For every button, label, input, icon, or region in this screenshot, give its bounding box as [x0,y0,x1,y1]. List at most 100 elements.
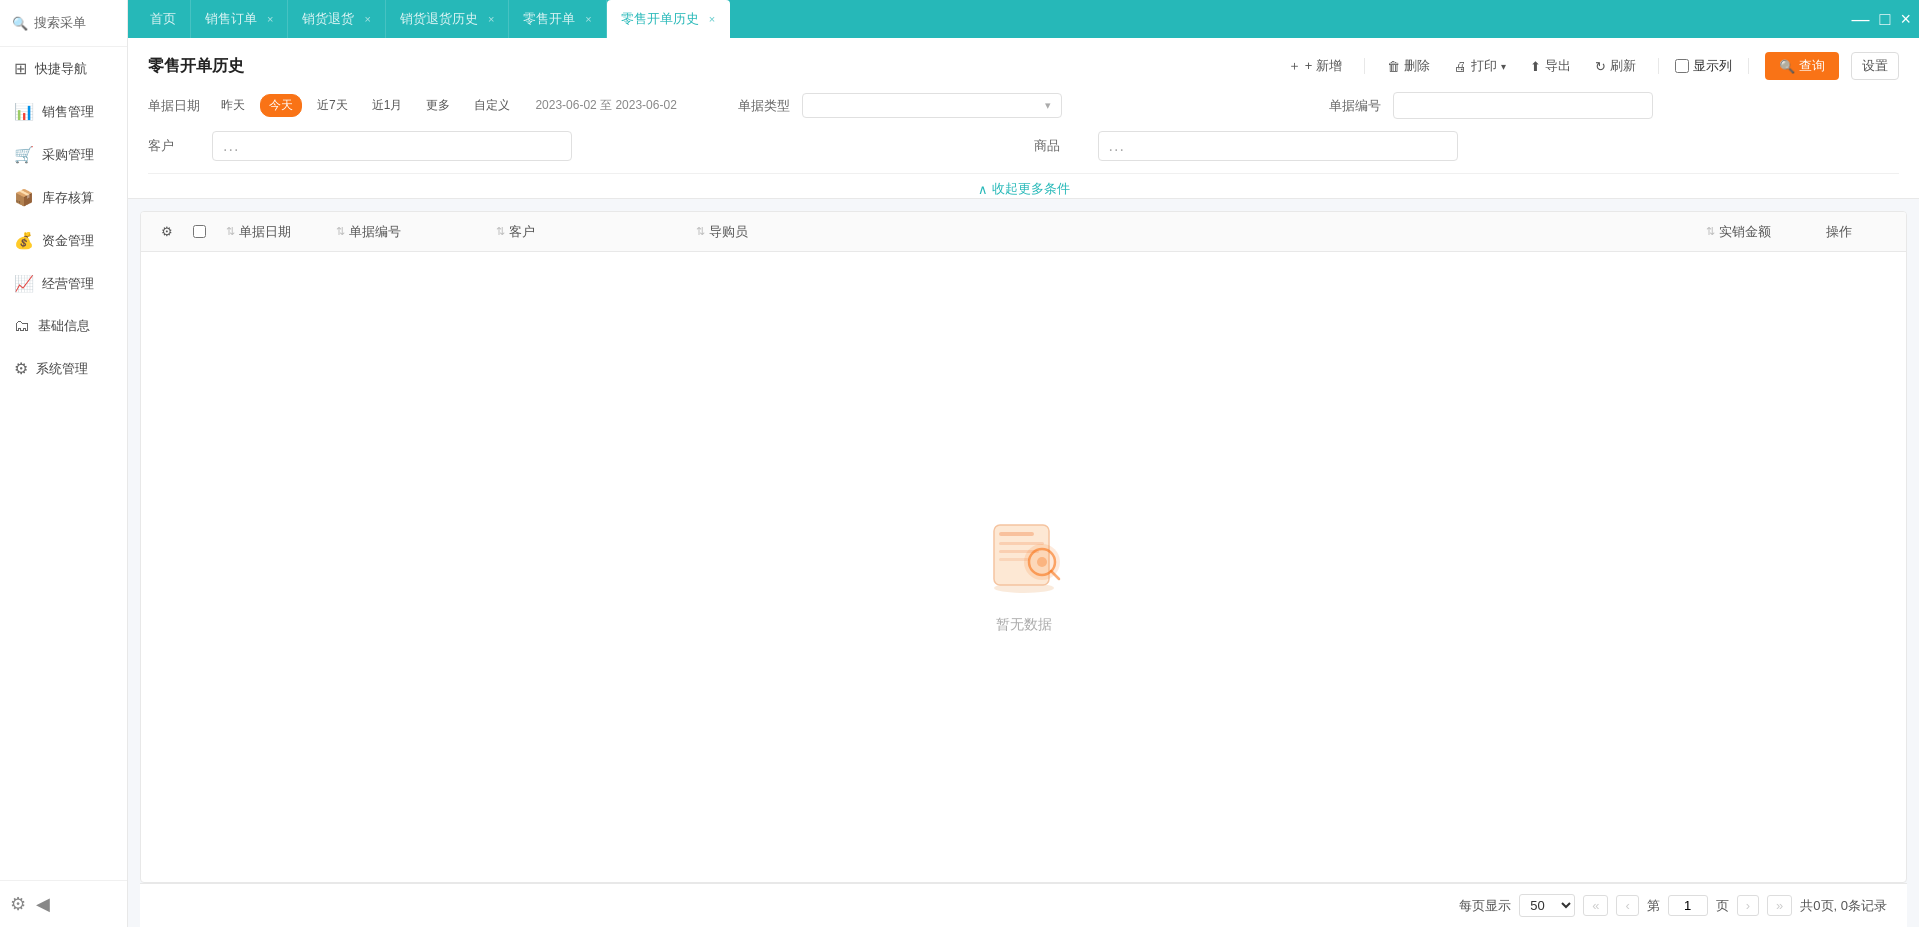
sidebar-item-basic-info[interactable]: 🗂基础信息 [0,305,127,347]
last-page-btn[interactable]: » [1767,895,1792,916]
sidebar-bottom: ⚙ ◀ [0,880,127,927]
collapse-up-icon: ∧ [978,182,988,197]
delete-button[interactable]: 🗑 删除 [1381,53,1436,79]
sidebar-label-quick-nav: 快捷导航 [35,60,87,78]
goods-select[interactable]: ... [1098,131,1458,161]
customer-select[interactable]: ... [212,131,572,161]
tab-close-retail-open[interactable]: × [585,13,591,25]
window-minimize-btn[interactable]: — [1852,9,1870,30]
refresh-button[interactable]: ↻ 刷新 [1589,53,1642,79]
delete-icon: 🗑 [1387,59,1400,74]
add-label: + 新增 [1305,57,1342,75]
window-close-btn[interactable]: × [1900,9,1911,30]
export-button[interactable]: ⬆ 导出 [1524,53,1577,79]
filter-row-2: 客户 ... 商品 ... [148,131,1899,161]
th-sort-icon[interactable]: ⇅ [226,225,235,238]
settings-label: 设置 [1862,57,1888,75]
sidebar-item-finance[interactable]: 💰资金管理 [0,219,127,262]
display-cols-label: 显示列 [1693,57,1732,75]
empty-text: 暂无数据 [996,616,1052,634]
tab-label-sales-return: 销货退货 [302,10,354,28]
sidebar-item-inventory[interactable]: 📦库存核算 [0,176,127,219]
th-amount-sort-icon[interactable]: ⇅ [1706,225,1715,238]
customer-select-dots: ... [223,137,239,155]
query-button[interactable]: 🔍 查询 [1765,52,1839,80]
th-amount-label: 实销金额 [1719,223,1771,241]
display-cols-checkbox[interactable] [1675,59,1689,73]
th-action: 操作 [1816,223,1896,241]
th-num-sort-icon[interactable]: ⇅ [336,225,345,238]
th-checkbox[interactable] [183,225,216,238]
sidebar-item-sales-mgmt[interactable]: 📊销售管理 [0,90,127,133]
tab-close-retail-open-history[interactable]: × [709,13,715,25]
collapse-label: 收起更多条件 [992,180,1070,198]
tab-sales-return-history[interactable]: 销货退货历史× [386,0,509,38]
svg-rect-2 [999,532,1034,536]
print-button[interactable]: 🖨 打印 ▾ [1448,53,1512,79]
sidebar-label-sys-mgmt: 系统管理 [36,360,88,378]
date-btn-自定义[interactable]: 自定义 [465,94,519,117]
th-customer-sort-icon[interactable]: ⇅ [496,225,505,238]
tab-close-sales-return[interactable]: × [364,13,370,25]
column-settings-icon[interactable]: ⚙ [161,224,173,239]
tab-sales-return[interactable]: 销货退货 × [288,0,385,38]
type-select[interactable]: ▾ [802,93,1062,118]
sidebar-item-quick-nav[interactable]: ⊞快捷导航 [0,47,127,90]
sidebar-search[interactable]: 🔍 搜索采单 [0,0,127,47]
sidebar-icon-purchase-mgmt: 🛒 [14,145,34,164]
table-area: ⚙ ⇅ 单据日期 ⇅ 单据编号 ⇅ 客户 ⇅ [140,211,1907,883]
page-number-input[interactable] [1668,895,1708,916]
sidebar-label-purchase-mgmt: 采购管理 [42,146,94,164]
date-btn-近7天[interactable]: 近7天 [308,94,357,117]
date-btn-昨天[interactable]: 昨天 [212,94,254,117]
add-icon: ＋ [1288,57,1301,75]
tab-retail-open[interactable]: 零售开单× [509,0,606,38]
th-guide: ⇅ 导购员 [686,223,806,241]
query-icon: 🔍 [1779,59,1795,74]
tab-close-sales-order[interactable]: × [267,13,273,25]
add-button[interactable]: ＋ + 新增 [1282,53,1348,79]
collapse-button[interactable]: ∧ 收起更多条件 [148,173,1899,198]
goods-label: 商品 [1034,137,1090,155]
tab-retail-open-history[interactable]: 零售开单历史× [607,0,730,38]
filter-row-1: 单据日期 昨天今天近7天近1月更多自定义 2023-06-02 至 2023-0… [148,92,1899,119]
print-icon: 🖨 [1454,59,1467,74]
collapse-sidebar-icon[interactable]: ◀ [36,893,50,915]
page-label: 第 [1647,897,1660,915]
settings-bottom-icon[interactable]: ⚙ [10,893,26,915]
sidebar-item-operations[interactable]: 📈经营管理 [0,262,127,305]
prev-page-btn[interactable]: ‹ [1616,895,1638,916]
window-restore-btn[interactable]: □ [1880,9,1891,30]
tab-bar-right: — □ × [1852,9,1911,30]
tab-sales-order[interactable]: 销售订单× [191,0,288,38]
number-filter-section: 单据编号 [1329,92,1899,119]
number-label: 单据编号 [1329,97,1385,115]
date-btn-今天[interactable]: 今天 [260,94,302,117]
number-input[interactable] [1393,92,1653,119]
date-btn-近1月[interactable]: 近1月 [363,94,412,117]
divider-1 [1364,58,1365,74]
tab-home[interactable]: 首页 [136,0,191,38]
delete-label: 删除 [1404,57,1430,75]
tab-close-sales-return-history[interactable]: × [488,13,494,25]
display-cols-check[interactable]: 显示列 [1675,57,1732,75]
select-all-checkbox[interactable] [193,225,206,238]
tab-label-home: 首页 [150,10,176,28]
first-page-btn[interactable]: « [1583,895,1608,916]
sidebar-item-sys-mgmt[interactable]: ⚙系统管理 [0,347,127,390]
page-size-select[interactable]: 20 50 100 [1519,894,1575,917]
export-label: 导出 [1545,57,1571,75]
sidebar-icon-basic-info: 🗂 [14,317,30,335]
type-dropdown-icon: ▾ [1045,99,1051,112]
sidebar-icon-sales-mgmt: 📊 [14,102,34,121]
sidebar-item-purchase-mgmt[interactable]: 🛒 采购管理 [0,133,127,176]
empty-illustration [974,500,1074,600]
th-settings[interactable]: ⚙ [151,224,183,239]
date-label: 单据日期 [148,97,204,115]
settings-button[interactable]: 设置 [1851,52,1899,80]
th-guide-sort-icon[interactable]: ⇅ [696,225,705,238]
th-num-label: 单据编号 [349,223,401,241]
date-btn-更多[interactable]: 更多 [417,94,459,117]
divider-2 [1658,58,1659,74]
next-page-btn[interactable]: › [1737,895,1759,916]
